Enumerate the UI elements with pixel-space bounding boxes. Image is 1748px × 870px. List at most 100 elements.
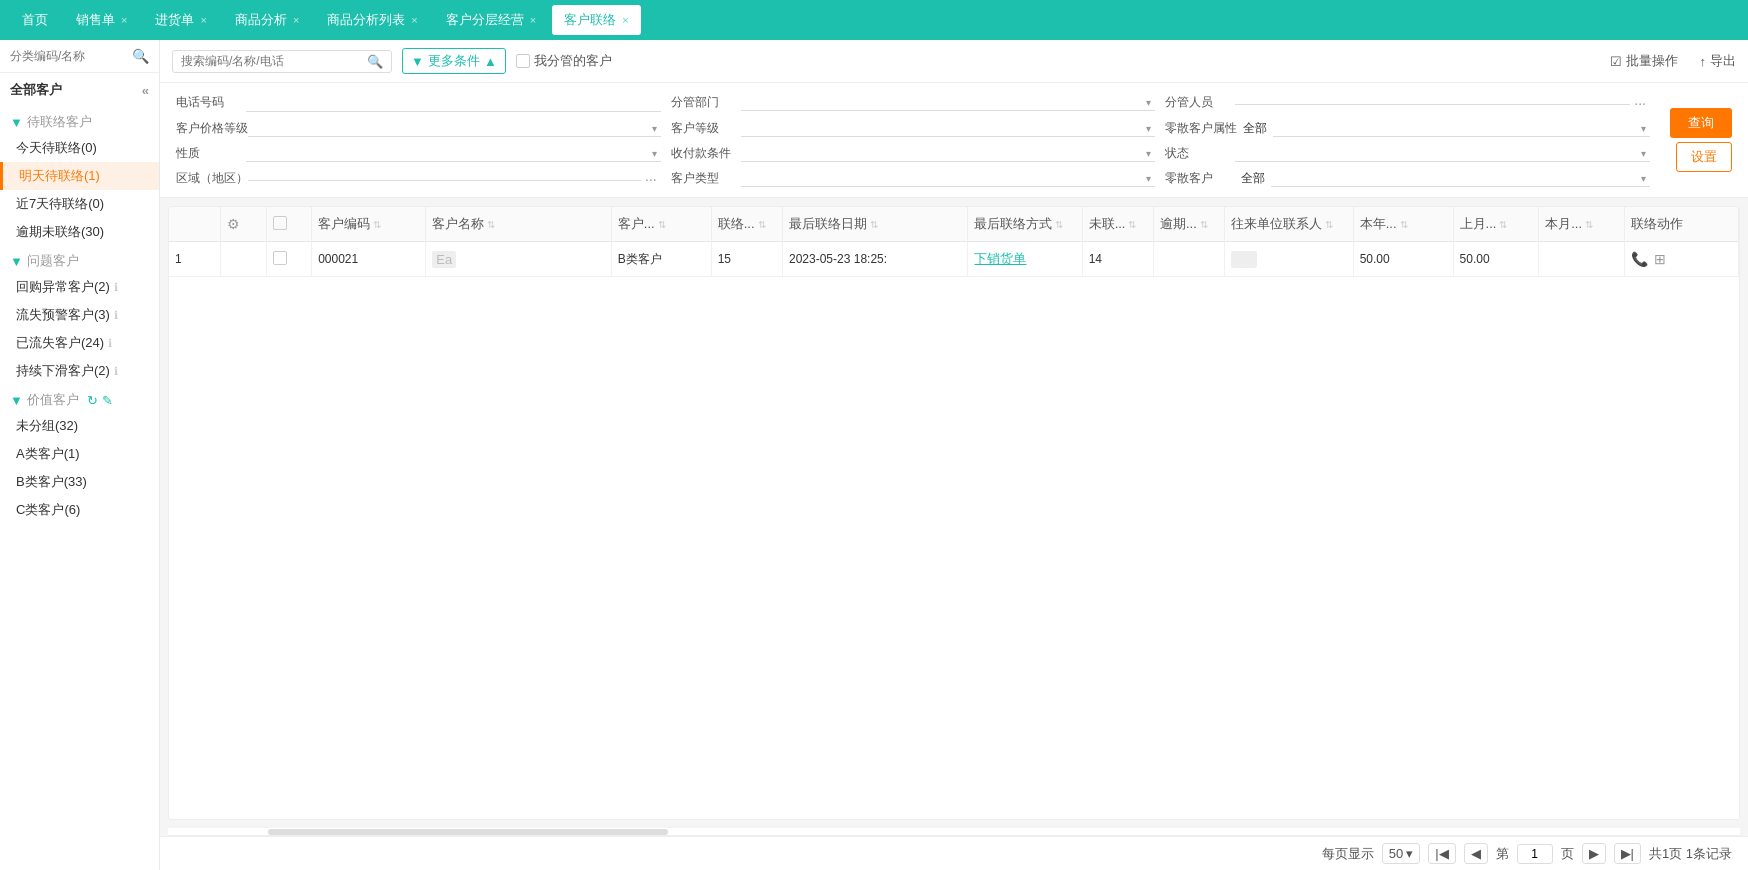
td-chk[interactable]: [266, 242, 312, 277]
nav-home[interactable]: 首页: [10, 5, 60, 35]
page-number-input[interactable]: [1517, 844, 1553, 864]
sort-type-icon[interactable]: ⇅: [658, 219, 666, 230]
scrollbar-thumb[interactable]: [268, 829, 668, 835]
sort-method-icon[interactable]: ⇅: [1055, 219, 1063, 230]
gender-select[interactable]: ▾: [246, 146, 661, 162]
payment-select[interactable]: ▾: [741, 146, 1156, 162]
top-nav: 首页 销售单 × 进货单 × 商品分析 × 商品分析列表 × 客户分层经营 × …: [0, 0, 1748, 40]
last-method-link[interactable]: 下销货单: [974, 251, 1026, 266]
nav-customer-tier-close[interactable]: ×: [530, 14, 536, 26]
person-select[interactable]: [1235, 100, 1630, 105]
sidebar-item-overdue[interactable]: 逾期未联络(30): [0, 218, 159, 246]
first-page-btn[interactable]: |◀: [1428, 843, 1455, 864]
price-level-chevron: ▾: [652, 123, 657, 134]
my-customers-check-box[interactable]: [516, 54, 530, 68]
customer-type-select[interactable]: ▾: [741, 171, 1156, 187]
action-phone-icon[interactable]: 📞: [1631, 251, 1648, 267]
dept-chevron: ▾: [1146, 97, 1151, 108]
region-dots[interactable]: ···: [641, 171, 661, 187]
retail-customer-select[interactable]: ▾: [1271, 171, 1650, 187]
th-chk[interactable]: [266, 207, 312, 242]
td-type: B类客户: [611, 242, 711, 277]
filter-payment: 收付款条件 ▾: [671, 145, 1166, 162]
prev-page-btn[interactable]: ◀: [1464, 843, 1488, 864]
last-page-btn[interactable]: ▶|: [1614, 843, 1641, 864]
nav-product-list[interactable]: 商品分析列表 ×: [315, 5, 429, 35]
settings-button[interactable]: 设置: [1676, 142, 1732, 172]
sort-year-icon[interactable]: ⇅: [1400, 219, 1408, 230]
sidebar-item-abnormal[interactable]: 回购异常客户(2) ℹ: [0, 273, 159, 301]
dept-select[interactable]: ▾: [741, 95, 1156, 111]
export-btn[interactable]: ↑ 导出: [1700, 52, 1737, 70]
page-size-select[interactable]: 50 ▾: [1382, 843, 1420, 864]
sidebar-item-7days[interactable]: 近7天待联络(0): [0, 190, 159, 218]
sidebar-item-churned[interactable]: 已流失客户(24) ℹ: [0, 329, 159, 357]
sort-last-month-icon[interactable]: ⇅: [1499, 219, 1507, 230]
search-icon[interactable]: 🔍: [367, 54, 383, 69]
batch-op-btn[interactable]: ☑ 批量操作: [1610, 52, 1678, 70]
sidebar-item-a-class[interactable]: A类客户(1): [0, 440, 159, 468]
query-button[interactable]: 查询: [1670, 108, 1732, 138]
sidebar-search-icon[interactable]: 🔍: [132, 48, 149, 64]
sidebar-item-churn-warning[interactable]: 流失预警客户(3) ℹ: [0, 301, 159, 329]
sort-date-icon[interactable]: ⇅: [870, 219, 878, 230]
th-unit-contact: 往来单位联系人⇅: [1225, 207, 1353, 242]
sidebar-all-customers[interactable]: 全部客户 «: [0, 73, 159, 107]
sidebar-item-c-class[interactable]: C类客户(6): [0, 496, 159, 524]
edit-icon[interactable]: ✎: [102, 393, 113, 408]
filter-region: 区域（地区） ···: [176, 170, 671, 187]
chevron-up-icon: ▲: [484, 54, 497, 69]
next-page-btn[interactable]: ▶: [1582, 843, 1606, 864]
filter-dept: 分管部门 ▾: [671, 94, 1166, 111]
th-action: 联络动作: [1624, 207, 1738, 242]
nav-customer-tier[interactable]: 客户分层经营 ×: [434, 5, 548, 35]
sidebar-item-declining[interactable]: 持续下滑客户(2) ℹ: [0, 357, 159, 385]
refresh-icon[interactable]: ↻: [87, 393, 98, 408]
nav-sales[interactable]: 销售单 ×: [64, 5, 139, 35]
filter-row-1: 电话号码 分管部门 ▾ 分管人员: [176, 93, 1660, 112]
collapse-icon[interactable]: «: [142, 83, 149, 98]
sort-contact-icon[interactable]: ⇅: [758, 219, 766, 230]
td-last-method[interactable]: 下销货单: [968, 242, 1082, 277]
nav-purchase[interactable]: 进货单 ×: [143, 5, 218, 35]
sort-this-month-icon[interactable]: ⇅: [1585, 219, 1593, 230]
nav-product-analysis-close[interactable]: ×: [293, 14, 299, 26]
sidebar-item-tomorrow[interactable]: 明天待联络(1): [0, 162, 159, 190]
sort-code-icon[interactable]: ⇅: [373, 219, 381, 230]
nav-customer-contact[interactable]: 客户联络 ×: [552, 5, 640, 35]
gear-settings-icon[interactable]: ⚙: [227, 216, 240, 232]
th-this-year: 本年...⇅: [1353, 207, 1453, 242]
info-icon-1: ℹ: [114, 309, 118, 322]
status-select[interactable]: ▾: [1235, 146, 1650, 162]
more-conditions-btn[interactable]: ▼ 更多条件 ▲: [402, 48, 506, 74]
retail-attr-select[interactable]: ▾: [1273, 121, 1650, 137]
my-customers-checkbox[interactable]: 我分管的客户: [516, 52, 612, 70]
horizontal-scrollbar[interactable]: [168, 828, 1740, 836]
sidebar-item-today[interactable]: 今天待联络(0): [0, 134, 159, 162]
th-gear[interactable]: ⚙: [220, 207, 266, 242]
price-level-select[interactable]: ▾: [248, 121, 661, 137]
customer-name-masked: Ea: [432, 251, 456, 268]
nav-customer-contact-close[interactable]: ×: [622, 14, 628, 26]
phone-input[interactable]: [246, 93, 661, 112]
search-input[interactable]: [181, 54, 367, 68]
sidebar-search-input[interactable]: [10, 49, 132, 63]
action-grid-icon[interactable]: ⊞: [1654, 251, 1666, 267]
header-checkbox[interactable]: [273, 216, 287, 230]
nav-sales-close[interactable]: ×: [121, 14, 127, 26]
sort-name-icon[interactable]: ⇅: [487, 219, 495, 230]
row-checkbox[interactable]: [273, 251, 287, 265]
sidebar-item-b-class[interactable]: B类客户(33): [0, 468, 159, 496]
person-dots[interactable]: ···: [1630, 95, 1650, 111]
region-select[interactable]: [248, 176, 641, 181]
nav-product-analysis[interactable]: 商品分析 ×: [223, 5, 311, 35]
sort-overdue-icon[interactable]: ⇅: [1200, 219, 1208, 230]
status-chevron: ▾: [1641, 148, 1646, 159]
sort-unit-contact-icon[interactable]: ⇅: [1325, 219, 1333, 230]
table-wrap: ⚙ 客户编码⇅ 客户名称⇅ 客户...⇅ 联络...⇅ 最后联络日期⇅ 最后联络…: [168, 206, 1740, 820]
nav-product-list-close[interactable]: ×: [411, 14, 417, 26]
customer-level-select[interactable]: ▾: [741, 121, 1156, 137]
nav-purchase-close[interactable]: ×: [200, 14, 206, 26]
sort-no-contact-icon[interactable]: ⇅: [1128, 219, 1136, 230]
sidebar-item-ungrouped[interactable]: 未分组(32): [0, 412, 159, 440]
